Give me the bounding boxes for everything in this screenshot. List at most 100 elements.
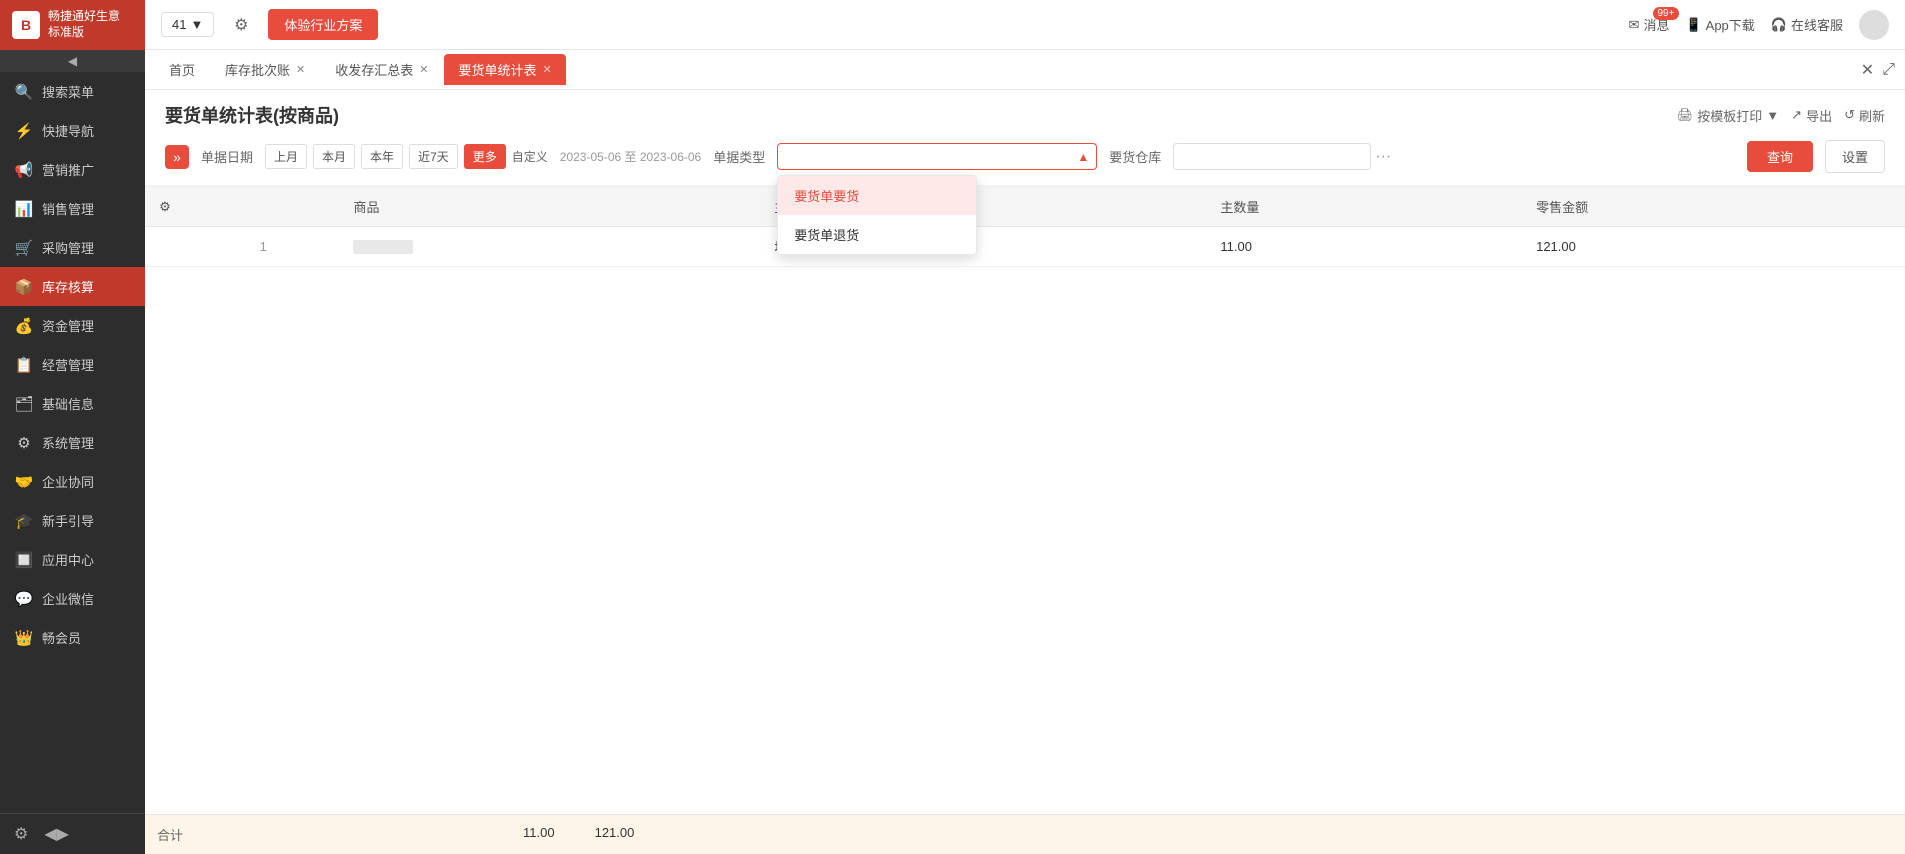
dropdown-item-return[interactable]: 要货单退货 (778, 215, 976, 254)
online-service-action[interactable]: 🎧 在线客服 (1771, 15, 1843, 34)
tab-batch-close-icon[interactable]: ✕ (296, 63, 305, 76)
tab-batch-label: 库存批次账 (225, 60, 290, 79)
sidebar-item-inventory[interactable]: 📦 库存核算 (0, 267, 145, 306)
sidebar-item-label: 营销推广 (42, 160, 94, 179)
refresh-label: 刷新 (1859, 106, 1885, 125)
service-icon: 🎧 (1771, 17, 1787, 33)
system-icon: ⚙ (14, 434, 34, 452)
topbar-right: ✉ 消息 99+ 📱 App下载 🎧 在线客服 (1629, 10, 1889, 40)
sidebar-item-marketing[interactable]: 📢 营销推广 (0, 150, 145, 189)
guide-icon: 🎓 (14, 512, 34, 530)
appstore-icon: 🔲 (14, 551, 34, 569)
app-download-action[interactable]: 📱 App下载 (1685, 15, 1754, 34)
operation-icon: 📋 (14, 356, 34, 374)
tabs-close-button[interactable]: ✕ (1861, 60, 1874, 80)
tab-delivery[interactable]: 收发存汇总表 ✕ (321, 54, 442, 85)
page-content: 要货单统计表(按商品) 🖨 按模板打印 ▼ ↗ 导出 ↺ 刷新 (145, 90, 1905, 854)
refresh-action[interactable]: ↺ 刷新 (1844, 106, 1885, 125)
tabs-actions: ✕ ⤢ (1861, 60, 1895, 80)
sidebar-item-system[interactable]: ⚙ 系统管理 (0, 423, 145, 462)
last-month-button[interactable]: 上月 (265, 144, 307, 169)
sidebar-item-label: 搜索菜单 (42, 82, 94, 101)
dropdown-item-order[interactable]: 要货单要货 (778, 176, 976, 215)
collapse-footer-icon[interactable]: ◀▶ (44, 824, 69, 844)
tab-batch[interactable]: 库存批次账 ✕ (211, 54, 319, 85)
filter-expand-button[interactable]: » (165, 145, 189, 169)
sidebar-item-label: 企业协同 (42, 472, 94, 491)
sidebar-item-purchase[interactable]: 🛒 采购管理 (0, 228, 145, 267)
print-dropdown-icon: ▼ (1766, 108, 1779, 123)
sidebar-item-appstore[interactable]: 🔲 应用中心 (0, 540, 145, 579)
sidebar-item-basic[interactable]: 🗂 基础信息 (0, 384, 145, 423)
finance-icon: 💰 (14, 317, 34, 335)
user-avatar[interactable] (1859, 10, 1889, 40)
sidebar-item-quicknav[interactable]: ⚡ 快捷导航 (0, 111, 145, 150)
sidebar-item-label: 资金管理 (42, 316, 94, 335)
date-range-display: 2023-05-06 至 2023-06-06 (560, 148, 701, 165)
sidebar-item-label: 库存核算 (42, 277, 94, 296)
row-settings-cell (145, 227, 185, 267)
filter-settings-button[interactable]: 设置 (1825, 140, 1885, 173)
print-icon: 🖨 (1677, 107, 1694, 123)
settings-footer-icon[interactable]: ⚙ (14, 824, 28, 844)
product-name (353, 240, 750, 254)
sidebar-item-label: 经营管理 (42, 355, 94, 374)
topbar-settings-button[interactable]: ⚙ (226, 10, 256, 40)
sidebar-item-member[interactable]: 👑 畅会员 (0, 618, 145, 657)
messages-action[interactable]: ✉ 消息 99+ (1629, 15, 1670, 34)
sidebar-item-guide[interactable]: 🎓 新手引导 (0, 501, 145, 540)
row-quantity-cell: 11.00 (1208, 227, 1524, 267)
row-number-cell: 1 (185, 227, 341, 267)
warehouse-more-icon[interactable]: ··· (1375, 148, 1391, 166)
this-year-button[interactable]: 本年 (361, 144, 403, 169)
col-product: 商品 (341, 187, 762, 227)
topbar: 41 ▼ ⚙ 体验行业方案 ✉ 消息 99+ 📱 App下载 🎧 在线客服 (145, 0, 1905, 50)
query-button[interactable]: 查询 (1747, 141, 1813, 172)
topbar-left: 41 ▼ ⚙ 体验行业方案 (161, 9, 1617, 40)
tab-requisition[interactable]: 要货单统计表 ✕ (444, 54, 565, 85)
last-7days-button[interactable]: 近7天 (409, 144, 458, 169)
tab-requisition-label: 要货单统计表 (458, 60, 536, 79)
inventory-icon: 📦 (14, 278, 34, 296)
page-actions: 🖨 按模板打印 ▼ ↗ 导出 ↺ 刷新 (1677, 106, 1885, 125)
sidebar-item-label: 采购管理 (42, 238, 94, 257)
company-name: 41 (172, 17, 186, 32)
sidebar-item-operation[interactable]: 📋 经营管理 (0, 345, 145, 384)
sidebar-collapse-button[interactable]: ◀ (0, 50, 145, 72)
page-title: 要货单统计表(按商品) (165, 102, 339, 128)
sidebar-item-enterprise[interactable]: 🤝 企业协同 (0, 462, 145, 501)
messages-badge: 99+ (1653, 7, 1680, 20)
sidebar-item-finance[interactable]: 💰 资金管理 (0, 306, 145, 345)
tab-requisition-close-icon[interactable]: ✕ (543, 63, 552, 76)
table-row: 1 块 11.00 121.00 (145, 227, 1905, 267)
col-amount: 零售金额 (1524, 187, 1905, 227)
sidebar: B 畅捷通好生意 标准版 ◀ 🔍 搜索菜单 ⚡ 快捷导航 📢 营销推广 📊 销售… (0, 0, 145, 854)
sidebar-item-sales[interactable]: 📊 销售管理 (0, 189, 145, 228)
col-settings[interactable]: ⚙ (145, 187, 185, 227)
more-dates-button[interactable]: 更多 (464, 144, 506, 169)
sidebar-item-search[interactable]: 🔍 搜索菜单 (0, 72, 145, 111)
custom-date-label[interactable]: 自定义 (512, 148, 548, 165)
this-month-button[interactable]: 本月 (313, 144, 355, 169)
warehouse-input[interactable] (1173, 143, 1371, 170)
quicknav-icon: ⚡ (14, 122, 34, 140)
footer-label: 合计 (157, 825, 183, 844)
sidebar-item-label: 新手引导 (42, 511, 94, 530)
tab-delivery-close-icon[interactable]: ✕ (419, 63, 428, 76)
enterprise-icon: 🤝 (14, 473, 34, 491)
sidebar-item-label: 系统管理 (42, 433, 94, 452)
company-selector[interactable]: 41 ▼ (161, 12, 214, 37)
tabs-bar: 首页 库存批次账 ✕ 收发存汇总表 ✕ 要货单统计表 ✕ ✕ ⤢ (145, 50, 1905, 90)
print-action[interactable]: 🖨 按模板打印 ▼ (1677, 106, 1779, 125)
sidebar-item-wechat[interactable]: 💬 企业微信 (0, 579, 145, 618)
tab-home[interactable]: 首页 (155, 54, 209, 85)
trial-button[interactable]: 体验行业方案 (268, 9, 378, 40)
sidebar-menu: 🔍 搜索菜单 ⚡ 快捷导航 📢 营销推广 📊 销售管理 🛒 采购管理 📦 库存核… (0, 72, 145, 813)
export-action[interactable]: ↗ 导出 (1791, 106, 1832, 125)
type-input[interactable] (777, 143, 1097, 170)
col-quantity: 主数量 (1208, 187, 1524, 227)
company-dropdown-icon: ▼ (190, 17, 203, 32)
footer-amount: 121.00 (595, 825, 635, 840)
tab-delivery-label: 收发存汇总表 (335, 60, 413, 79)
tabs-expand-button[interactable]: ⤢ (1882, 60, 1895, 80)
